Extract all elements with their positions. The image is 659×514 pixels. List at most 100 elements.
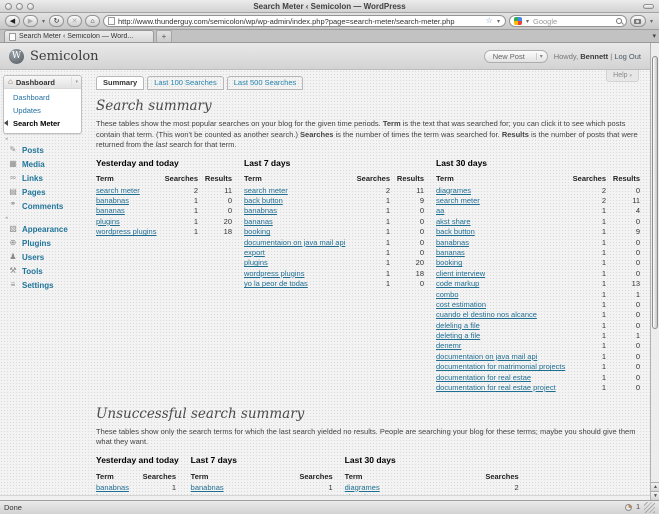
sidebar-item-links[interactable]: ∞Links	[3, 171, 88, 185]
search-term-link[interactable]: code markup	[436, 279, 564, 288]
search-term-link[interactable]: bananas	[244, 217, 348, 226]
horizontal-scrollbar-track[interactable]	[0, 495, 650, 500]
sidebar-item-plugins[interactable]: ⊕Plugins	[3, 236, 88, 250]
window-resize-grip[interactable]	[644, 502, 655, 513]
search-term-link[interactable]: bananas	[436, 248, 564, 257]
search-term-link[interactable]: documentaion on java mail api	[436, 352, 564, 361]
search-term-link[interactable]: deleting a file	[436, 331, 564, 340]
sidebar-item-media[interactable]: ▦Media	[3, 157, 88, 171]
minimize-button[interactable]	[16, 3, 23, 10]
table-row: documentaion on java mail api10	[244, 237, 424, 247]
search-term-link[interactable]: booking	[436, 258, 564, 267]
toolbar-toggle-button[interactable]	[643, 4, 654, 9]
log-out-link[interactable]: Log Out	[614, 52, 641, 61]
submenu-item-dashboard[interactable]: Dashboard	[4, 91, 81, 104]
submenu-item-updates[interactable]: Updates	[4, 104, 81, 117]
stop-button[interactable]: ✕	[67, 15, 82, 27]
sidebar-item-comments[interactable]: ❞Comments	[3, 199, 88, 213]
extension-status-icon[interactable]	[625, 504, 632, 511]
search-term-link[interactable]: combo	[436, 290, 564, 299]
search-term-link[interactable]: documentaion on java mail api	[244, 238, 348, 247]
vertical-scrollbar[interactable]: ▲ ▼	[650, 43, 659, 500]
text-run: These tables show only the search terms …	[96, 427, 635, 447]
search-term-link[interactable]: yo la peor de todas	[244, 279, 348, 288]
search-term-link[interactable]: banabnas	[191, 483, 289, 492]
searches-value: 1	[156, 196, 198, 205]
search-engine-dropdown-icon[interactable]: ▾	[526, 18, 529, 25]
sidebar-item-dashboard[interactable]: ⌂ Dashboard ▾	[4, 76, 81, 89]
search-term-link[interactable]: search meter	[244, 186, 348, 195]
sidebar-item-pages[interactable]: ▤Pages	[3, 185, 88, 199]
search-term-link[interactable]: banabnas	[436, 238, 564, 247]
collapse-arrow-icon[interactable]: ◂	[5, 215, 8, 221]
search-term-link[interactable]: denemr	[436, 341, 564, 350]
new-tab-button[interactable]: +	[156, 30, 172, 42]
search-term-link[interactable]: export	[244, 248, 348, 257]
sidebar-item-users[interactable]: ♟Users	[3, 250, 88, 264]
search-term-link[interactable]: wordpress plugins	[244, 269, 348, 278]
list-all-tabs-icon[interactable]: ▾	[652, 32, 656, 40]
url-dropdown-icon[interactable]: ▾	[497, 18, 500, 25]
search-term-link[interactable]: cuando el destino nos alcance	[436, 310, 564, 319]
browser-tab[interactable]: Search Meter ‹ Semicolon — Word...	[4, 30, 154, 42]
search-term-link[interactable]: client interview	[436, 269, 564, 278]
search-term-link[interactable]: search meter	[96, 186, 156, 195]
close-button[interactable]	[5, 3, 12, 10]
search-term-link[interactable]: bananas	[96, 206, 156, 215]
search-term-link[interactable]: banabnas	[96, 483, 134, 492]
search-term-link[interactable]: banabnas	[244, 206, 348, 215]
help-button[interactable]: Help ▾	[606, 70, 639, 82]
tab-last-100-searches[interactable]: Last 100 Searches	[147, 76, 224, 90]
search-term-link[interactable]: booking	[244, 227, 348, 236]
back-button[interactable]: ◀	[5, 15, 20, 27]
search-term-link[interactable]: back button	[436, 227, 564, 236]
search-term-link[interactable]: documentation for real estae project	[436, 383, 564, 392]
search-term-link[interactable]: banabnas	[96, 196, 156, 205]
collapse-arrow-icon[interactable]: ◂	[5, 136, 8, 142]
search-term-link[interactable]: back button	[244, 196, 348, 205]
history-dropdown-icon[interactable]: ▾	[42, 18, 45, 25]
url-text[interactable]: http://www.thunderguy.com/semicolon/wp/w…	[118, 17, 483, 26]
user-name-link[interactable]: Bennett	[580, 52, 608, 61]
search-term-link[interactable]: search meter	[436, 196, 564, 205]
site-title[interactable]: Semicolon	[30, 49, 99, 64]
dashboard-collapse-icon[interactable]: ▾	[71, 77, 79, 87]
reload-button[interactable]: ↻	[49, 15, 64, 27]
tab-summary[interactable]: Summary	[96, 76, 144, 90]
bookmark-star-icon[interactable]: ☆	[486, 17, 493, 25]
scroll-down-button[interactable]: ▼	[651, 491, 659, 500]
search-term-link[interactable]: documentation for real estae	[436, 373, 564, 382]
home-button[interactable]: ⌂	[85, 15, 100, 27]
search-term-link[interactable]: plugins	[244, 258, 348, 267]
sidebar-item-settings[interactable]: ≡Settings	[3, 278, 88, 292]
search-term-link[interactable]: aa	[436, 206, 564, 215]
search-term-link[interactable]: wordpress plugins	[96, 227, 156, 236]
window-title: Search Meter ‹ Semicolon — WordPress	[0, 0, 659, 13]
search-term-link[interactable]: diagrames	[436, 186, 564, 195]
submenu-item-search-meter[interactable]: Search Meter	[4, 117, 81, 130]
search-term-link[interactable]: plugins	[96, 217, 156, 226]
search-term-link[interactable]: documentation for matrimonial projects	[436, 362, 564, 371]
scrollbar-thumb[interactable]	[652, 56, 658, 329]
magnifier-icon[interactable]	[616, 18, 622, 24]
sidebar-item-posts[interactable]: ✎Posts	[3, 143, 88, 157]
address-bar[interactable]: http://www.thunderguy.com/semicolon/wp/w…	[103, 15, 506, 27]
scroll-up-button[interactable]: ▲	[651, 482, 659, 491]
search-term-link[interactable]: cost estimation	[436, 300, 564, 309]
search-term-link[interactable]: akst share	[436, 217, 564, 226]
snapshot-button[interactable]	[630, 15, 646, 27]
search-field[interactable]: ▾ Google	[509, 15, 627, 27]
table-row: back button19	[436, 226, 640, 236]
search-term-link[interactable]: diagrames	[345, 483, 473, 492]
sidebar-item-appearance[interactable]: ▧Appearance	[3, 222, 88, 236]
snapshot-dropdown-icon[interactable]: ▾	[650, 18, 653, 25]
sidebar-item-tools[interactable]: ⚒Tools	[3, 264, 88, 278]
results-value: 0	[606, 341, 640, 350]
new-post-dropdown[interactable]: New Post ▾	[484, 50, 548, 63]
tab-last-500-searches[interactable]: Last 500 Searches	[227, 76, 304, 90]
zoom-button[interactable]	[27, 3, 34, 10]
search-term-link[interactable]: deleling a file	[436, 321, 564, 330]
table-row: wordpress plugins118	[96, 226, 232, 236]
forward-button[interactable]: ▶	[23, 15, 38, 27]
searches-value: 1	[564, 362, 606, 371]
